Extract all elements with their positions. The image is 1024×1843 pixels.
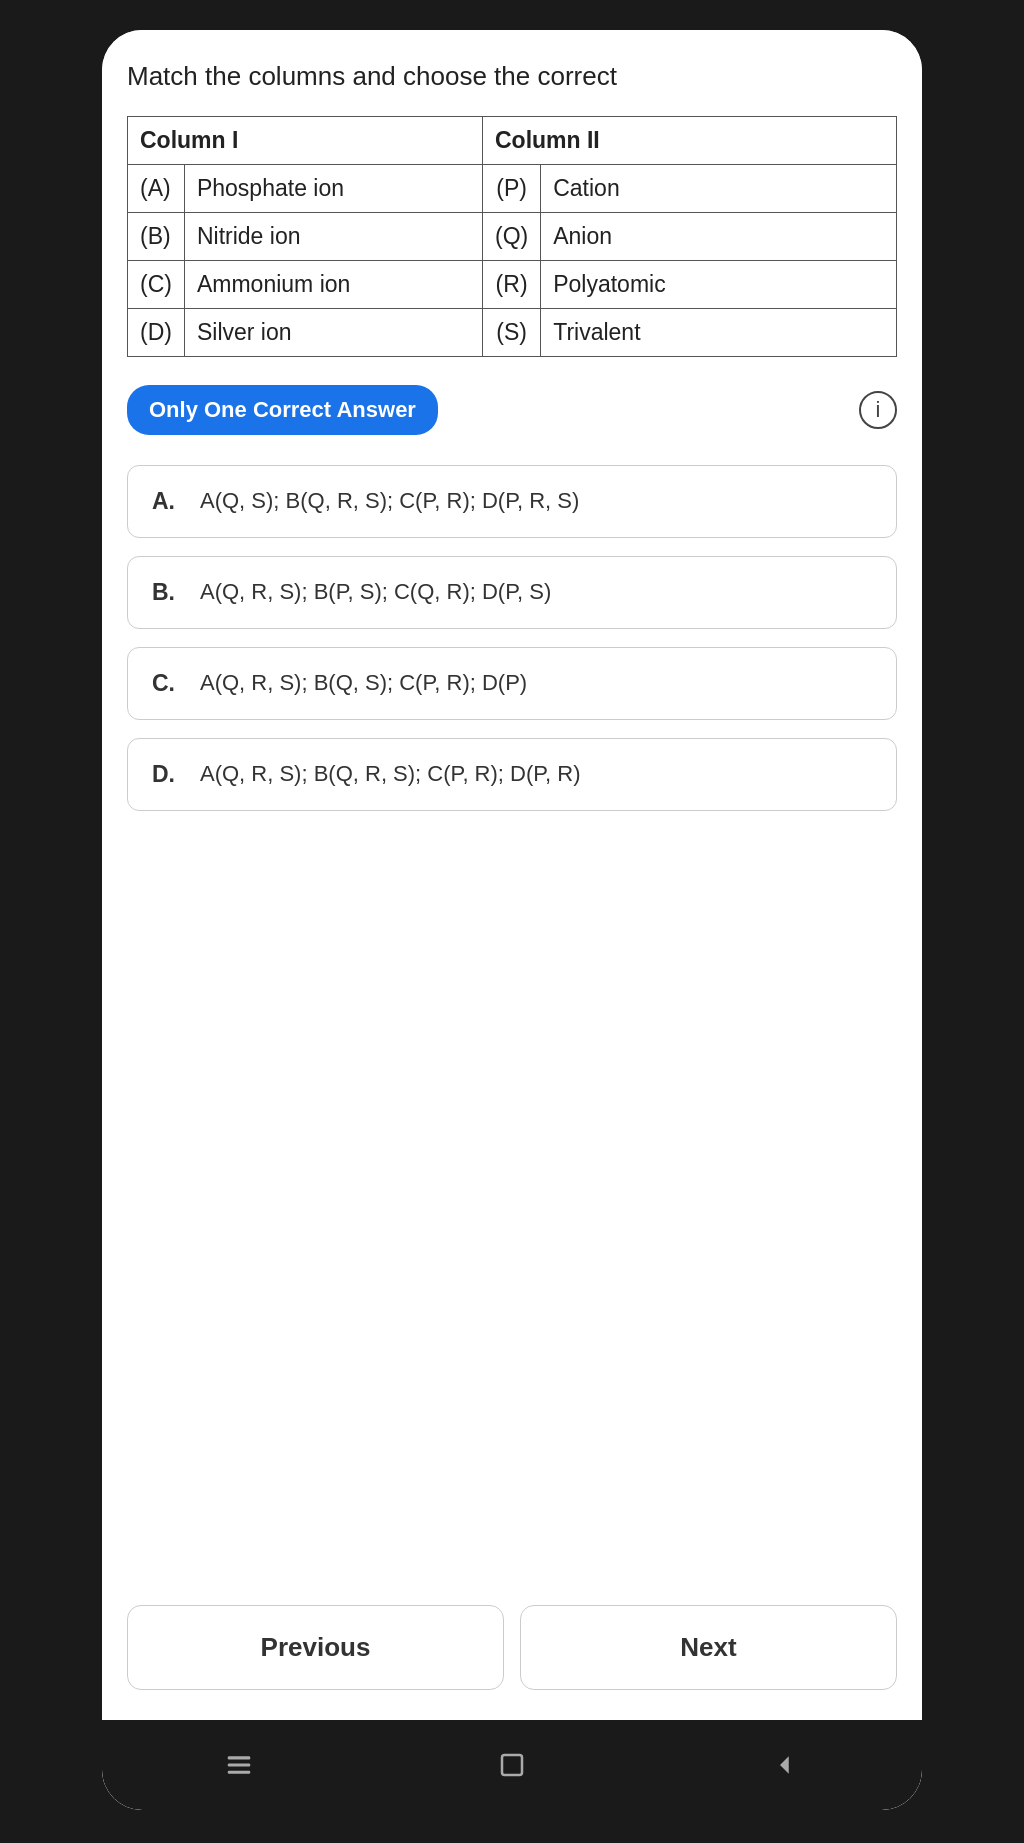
svg-rect-3 xyxy=(502,1755,522,1775)
col2-label: (R) xyxy=(482,260,540,308)
option-label: B. xyxy=(152,579,182,606)
col1-label: (A) xyxy=(128,164,185,212)
col3-value: Cation xyxy=(541,164,897,212)
info-icon[interactable]: i xyxy=(859,391,897,429)
col1-header: Column I xyxy=(128,116,483,164)
svg-rect-2 xyxy=(227,1771,250,1774)
col3-value: Polyatomic xyxy=(541,260,897,308)
option-item[interactable]: C. A(Q, R, S); B(Q, S); C(P, R); D(P) xyxy=(127,647,897,720)
bottom-navigation-bar xyxy=(102,1720,922,1810)
menu-icon[interactable] xyxy=(219,1745,259,1785)
svg-rect-1 xyxy=(227,1763,250,1766)
table-row: (D) Silver ion (S) Trivalent xyxy=(128,308,897,356)
col2-label: (P) xyxy=(482,164,540,212)
question-text: Match the columns and choose the correct xyxy=(127,60,897,94)
option-text: A(Q, R, S); B(Q, R, S); C(P, R); D(P, R) xyxy=(200,761,581,787)
option-item[interactable]: B. A(Q, R, S); B(P, S); C(Q, R); D(P, S) xyxy=(127,556,897,629)
col1-label: (C) xyxy=(128,260,185,308)
col2-label: (S) xyxy=(482,308,540,356)
col2-header: Column II xyxy=(482,116,896,164)
table-row: (C) Ammonium ion (R) Polyatomic xyxy=(128,260,897,308)
home-icon[interactable] xyxy=(492,1745,532,1785)
option-text: A(Q, R, S); B(Q, S); C(P, R); D(P) xyxy=(200,670,527,696)
option-text: A(Q, R, S); B(P, S); C(Q, R); D(P, S) xyxy=(200,579,551,605)
table-row: (A) Phosphate ion (P) Cation xyxy=(128,164,897,212)
svg-marker-4 xyxy=(780,1756,789,1774)
col1-value: Phosphate ion xyxy=(184,164,482,212)
next-button[interactable]: Next xyxy=(520,1605,897,1690)
nav-buttons: Previous Next xyxy=(127,1585,897,1700)
option-text: A(Q, S); B(Q, R, S); C(P, R); D(P, R, S) xyxy=(200,488,579,514)
option-label: A. xyxy=(152,488,182,515)
back-icon[interactable] xyxy=(765,1745,805,1785)
col1-value: Silver ion xyxy=(184,308,482,356)
option-item[interactable]: A. A(Q, S); B(Q, R, S); C(P, R); D(P, R,… xyxy=(127,465,897,538)
col1-value: Nitride ion xyxy=(184,212,482,260)
option-label: C. xyxy=(152,670,182,697)
table-row: (B) Nitride ion (Q) Anion xyxy=(128,212,897,260)
col1-label: (D) xyxy=(128,308,185,356)
options-list: A. A(Q, S); B(Q, R, S); C(P, R); D(P, R,… xyxy=(127,465,897,1575)
col2-label: (Q) xyxy=(482,212,540,260)
col3-value: Trivalent xyxy=(541,308,897,356)
option-item[interactable]: D. A(Q, R, S); B(Q, R, S); C(P, R); D(P,… xyxy=(127,738,897,811)
match-table: Column I Column II (A) Phosphate ion (P)… xyxy=(127,116,897,357)
col3-value: Anion xyxy=(541,212,897,260)
col1-label: (B) xyxy=(128,212,185,260)
only-one-correct-badge: Only One Correct Answer xyxy=(127,385,438,435)
col1-value: Ammonium ion xyxy=(184,260,482,308)
previous-button[interactable]: Previous xyxy=(127,1605,504,1690)
option-label: D. xyxy=(152,761,182,788)
svg-rect-0 xyxy=(227,1756,250,1759)
